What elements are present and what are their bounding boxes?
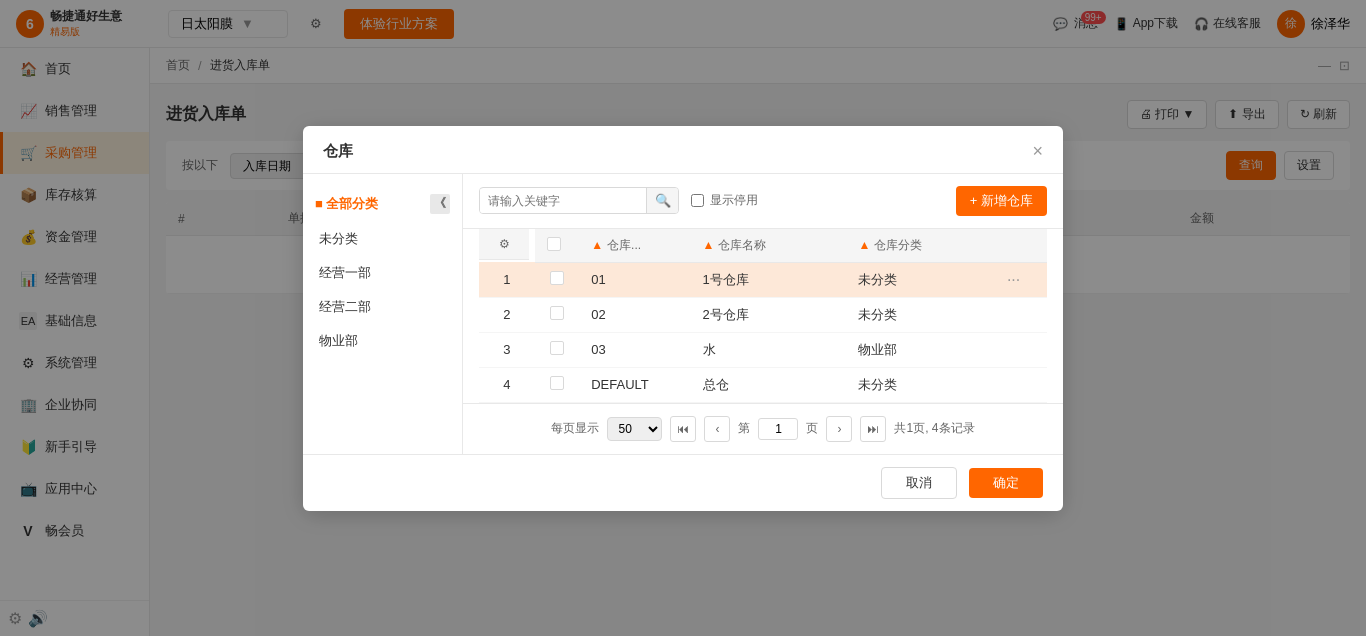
left-panel: ■ 全部分类 《 未分类 经营一部 经营二部 物业部 xyxy=(303,174,463,454)
left-panel-all-category[interactable]: ■ 全部分类 《 xyxy=(303,186,462,222)
row-warehouse-name: 2号仓库 xyxy=(691,297,847,332)
page-size-select[interactable]: 50 10 20 100 xyxy=(607,417,662,441)
row-warehouse-category: 未分类 xyxy=(846,262,980,297)
th-actions xyxy=(980,229,1047,263)
search-input[interactable] xyxy=(480,189,646,213)
page-size-label: 每页显示 xyxy=(551,420,599,437)
confirm-button[interactable]: 确定 xyxy=(969,468,1043,498)
th-warehouse-category[interactable]: ▲ 仓库分类 xyxy=(846,229,980,263)
row-index: 2 xyxy=(479,297,535,332)
row-warehouse-name: 总仓 xyxy=(691,367,847,402)
right-panel: 🔍 显示停用 + 新增仓库 ⚙ xyxy=(463,174,1063,454)
table-row[interactable]: 3 03 水 物业部 xyxy=(479,332,1047,367)
collapse-button[interactable]: 《 xyxy=(430,194,450,214)
row-warehouse-category: 物业部 xyxy=(846,332,980,367)
row-index: 4 xyxy=(479,367,535,402)
row-warehouse-category: 未分类 xyxy=(846,367,980,402)
row-checkbox[interactable] xyxy=(550,376,564,390)
show-disabled-checkbox[interactable] xyxy=(691,194,704,207)
row-more-button[interactable]: ··· xyxy=(1007,271,1020,288)
row-checkbox-cell xyxy=(535,367,580,402)
select-all-checkbox[interactable] xyxy=(547,237,561,251)
search-box: 🔍 xyxy=(479,187,679,214)
left-panel-item-dept1[interactable]: 经营一部 xyxy=(303,256,462,290)
row-warehouse-name: 水 xyxy=(691,332,847,367)
show-disabled-label: 显示停用 xyxy=(691,192,758,209)
row-checkbox[interactable] xyxy=(550,341,564,355)
page-first-button[interactable]: ⏮ xyxy=(670,416,696,442)
th-warehouse-name[interactable]: ▲ 仓库名称 xyxy=(691,229,847,263)
row-checkbox-cell xyxy=(535,332,580,367)
row-warehouse-name: 1号仓库 xyxy=(691,262,847,297)
modal-pagination: 每页显示 50 10 20 100 ⏮ ‹ 第 页 › ⏭ 共1页, 4条记录 xyxy=(463,403,1063,454)
add-warehouse-button[interactable]: + 新增仓库 xyxy=(956,186,1047,216)
sort-up-icon: ▲ xyxy=(591,238,603,252)
table-row[interactable]: 1 01 1号仓库 未分类 ··· xyxy=(479,262,1047,297)
row-warehouse-num: 02 xyxy=(579,297,690,332)
search-icon-button[interactable]: 🔍 xyxy=(646,188,679,213)
row-index: 1 xyxy=(479,262,535,297)
modal-footer: 取消 确定 xyxy=(303,454,1063,511)
row-actions xyxy=(980,332,1047,367)
left-panel-item-dept2[interactable]: 经营二部 xyxy=(303,290,462,324)
total-info: 共1页, 4条记录 xyxy=(894,420,974,437)
table-row[interactable]: 4 DEFAULT 总仓 未分类 xyxy=(479,367,1047,402)
modal-header: 仓库 × xyxy=(303,126,1063,174)
row-index: 3 xyxy=(479,332,535,367)
row-actions xyxy=(980,297,1047,332)
modal-title: 仓库 xyxy=(323,142,353,161)
modal-close-button[interactable]: × xyxy=(1032,142,1043,160)
row-checkbox[interactable] xyxy=(550,306,564,320)
row-warehouse-num: 03 xyxy=(579,332,690,367)
sort-icon-category: ▲ xyxy=(858,238,870,252)
th-warehouse-num[interactable]: ▲ 仓库... xyxy=(579,229,690,263)
left-panel-item-uncategorized[interactable]: 未分类 xyxy=(303,222,462,256)
row-checkbox[interactable] xyxy=(550,271,564,285)
warehouse-modal: 仓库 × ■ 全部分类 《 未分类 经营一部 经营二部 物业部 xyxy=(303,126,1063,511)
modal-backdrop: 仓库 × ■ 全部分类 《 未分类 经营一部 经营二部 物业部 xyxy=(0,0,1366,636)
row-actions xyxy=(980,367,1047,402)
page-prev-button[interactable]: ‹ xyxy=(704,416,730,442)
row-warehouse-category: 未分类 xyxy=(846,297,980,332)
th-gear[interactable]: ⚙ xyxy=(479,229,529,260)
row-warehouse-num: 01 xyxy=(579,262,690,297)
page-unit-label: 页 xyxy=(806,420,818,437)
page-next-button[interactable]: › xyxy=(826,416,852,442)
modal-table: ⚙ ▲ 仓库... xyxy=(479,229,1047,403)
page-label: 第 xyxy=(738,420,750,437)
modal-body: ■ 全部分类 《 未分类 经营一部 经营二部 物业部 🔍 xyxy=(303,174,1063,454)
table-row[interactable]: 2 02 2号仓库 未分类 xyxy=(479,297,1047,332)
modal-table-area: ⚙ ▲ 仓库... xyxy=(463,229,1063,403)
left-panel-item-property[interactable]: 物业部 xyxy=(303,324,462,358)
page-number-input[interactable] xyxy=(758,418,798,440)
sort-icon-name: ▲ xyxy=(703,238,715,252)
row-checkbox-cell xyxy=(535,297,580,332)
right-panel-toolbar: 🔍 显示停用 + 新增仓库 xyxy=(463,174,1063,229)
cancel-button[interactable]: 取消 xyxy=(881,467,957,499)
row-warehouse-num: DEFAULT xyxy=(579,367,690,402)
all-category-label: ■ 全部分类 xyxy=(315,195,378,213)
th-checkbox xyxy=(535,229,580,263)
row-actions: ··· xyxy=(980,262,1047,297)
row-checkbox-cell xyxy=(535,262,580,297)
page-last-button[interactable]: ⏭ xyxy=(860,416,886,442)
